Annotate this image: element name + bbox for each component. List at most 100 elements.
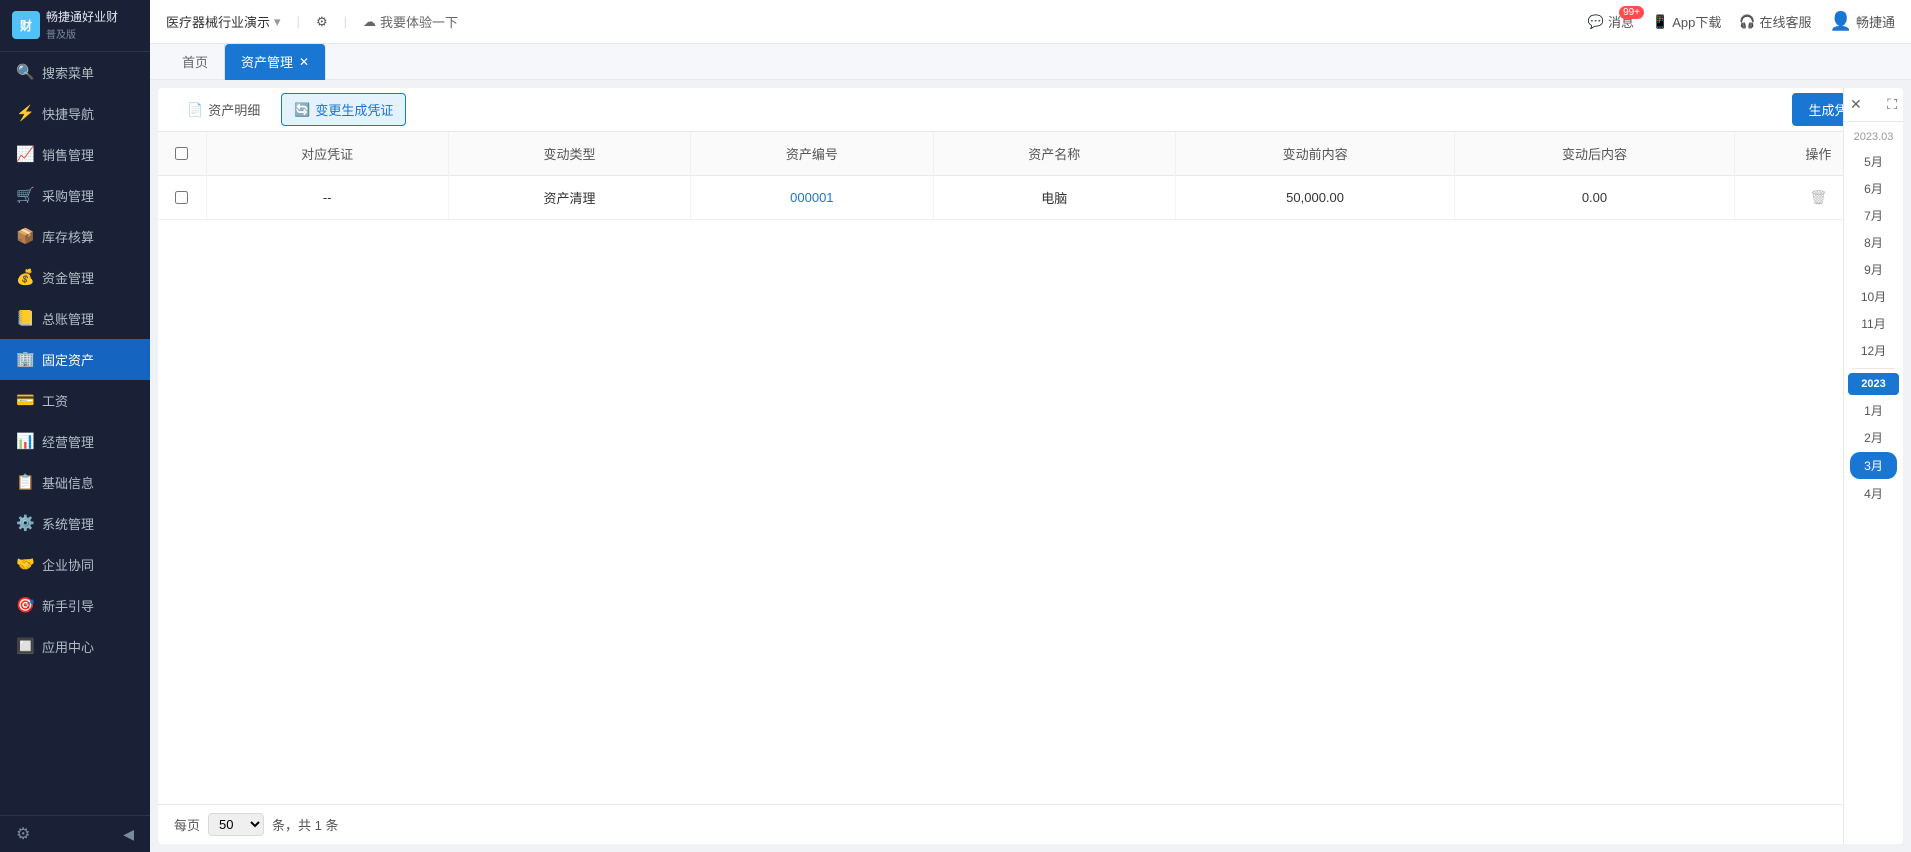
- sidebar-item-fixedassets[interactable]: 🏢 固定资产: [0, 339, 150, 380]
- tab-home-label: 首页: [182, 52, 208, 71]
- app-name: 畅捷通好业财: [46, 10, 118, 26]
- system-icon: ⚙️: [16, 514, 34, 532]
- sidebar-toggle-icon[interactable]: ◀: [123, 826, 134, 843]
- sales-icon: 📈: [16, 145, 34, 163]
- sidebar-label-search: 搜索菜单: [42, 63, 94, 82]
- timeline-month-10月[interactable]: 10月: [1844, 283, 1903, 310]
- sub-tab-generate-voucher[interactable]: 🔄 变更生成凭证: [281, 93, 406, 126]
- timeline-year-header-prev: 2023.03: [1844, 126, 1903, 148]
- close-panel-icon[interactable]: ✕: [1850, 96, 1862, 113]
- sidebar-item-search[interactable]: 🔍 搜索菜单: [0, 52, 150, 93]
- table-wrapper: 对应凭证 变动类型 资产编号 资产名称 变动前内容 变动后内容 操作 -- 资产…: [158, 132, 1903, 804]
- timeline-month-5月[interactable]: 5月: [1844, 148, 1903, 175]
- select-all-checkbox[interactable]: [175, 147, 188, 160]
- timeline-month-9月[interactable]: 9月: [1844, 256, 1903, 283]
- timeline-month-2023-3月[interactable]: 3月: [1850, 452, 1897, 479]
- purchase-icon: 🛒: [16, 186, 34, 204]
- timeline-month-12月[interactable]: 12月: [1844, 337, 1903, 364]
- row-checkbox-cell: [158, 176, 206, 220]
- timeline-month-2023-4月[interactable]: 4月: [1844, 480, 1903, 507]
- sidebar-item-guide[interactable]: 🎯 新手引导: [0, 585, 150, 626]
- sub-tab-asset-detail[interactable]: 📄 资产明细: [174, 93, 273, 126]
- sub-tab-detail-label: 资产明细: [208, 100, 260, 119]
- timeline: 2023.035月6月7月8月9月10月11月12月20231月2月3月4月: [1844, 122, 1903, 844]
- company-selector[interactable]: 医疗器械行业演示 ▾: [166, 12, 281, 31]
- row-checkbox[interactable]: [175, 191, 188, 204]
- sidebar-item-basic[interactable]: 📋 基础信息: [0, 462, 150, 503]
- message-btn[interactable]: 💬 消息 99+: [1588, 12, 1634, 31]
- app-download-label: App下载: [1672, 12, 1721, 31]
- funds-icon: 💰: [16, 268, 34, 286]
- per-page-label: 每页: [174, 815, 200, 834]
- table-body: -- 资产清理 000001 电脑 50,000.00 0.00 🗑: [158, 176, 1903, 220]
- settings-btn[interactable]: ⚙: [316, 14, 328, 30]
- sidebar-logo: 财 畅捷通好业财 普及版: [0, 0, 150, 52]
- sub-tabs-left: 📄 资产明细 🔄 变更生成凭证: [174, 93, 406, 126]
- sidebar-item-ledger[interactable]: 📒 总账管理: [0, 298, 150, 339]
- app-edition: 普及版: [46, 26, 118, 41]
- sidebar-item-system[interactable]: ⚙️ 系统管理: [0, 503, 150, 544]
- right-panel-header: ✕ ⛶: [1844, 88, 1903, 122]
- timeline-month-6月[interactable]: 6月: [1844, 175, 1903, 202]
- user-menu[interactable]: 👤 畅捷通: [1830, 11, 1895, 32]
- username: 畅捷通: [1856, 12, 1895, 31]
- message-icon: 💬: [1588, 14, 1604, 30]
- sidebar-label-apps: 应用中心: [42, 637, 94, 656]
- col-asset-name: 资产名称: [933, 132, 1175, 176]
- gear-icon: ⚙: [316, 14, 328, 30]
- sidebar-label-system: 系统管理: [42, 514, 94, 533]
- row-after-content: 0.00: [1455, 176, 1734, 220]
- online-service-btn[interactable]: 🎧 在线客服: [1739, 12, 1811, 31]
- sidebar-label-fixedassets: 固定资产: [42, 350, 94, 369]
- sidebar-label-basic: 基础信息: [42, 473, 94, 492]
- per-page-select[interactable]: 50 10 20 100: [208, 813, 264, 836]
- sidebar-item-business[interactable]: 📊 经营管理: [0, 421, 150, 462]
- timeline-month-8月[interactable]: 8月: [1844, 229, 1903, 256]
- tab-asset-management[interactable]: 资产管理 ✕: [225, 44, 326, 80]
- payroll-icon: 💳: [16, 391, 34, 409]
- col-voucher: 对应凭证: [206, 132, 448, 176]
- timeline-month-11月[interactable]: 11月: [1844, 310, 1903, 337]
- message-badge: 99+: [1619, 6, 1644, 19]
- guide-icon: 🎯: [16, 596, 34, 614]
- tab-home[interactable]: 首页: [166, 44, 225, 80]
- total-count: 条，共 1 条: [272, 815, 338, 834]
- tab-close-icon[interactable]: ✕: [299, 55, 309, 69]
- timeline-month-2023-2月[interactable]: 2月: [1844, 424, 1903, 451]
- experience-label: 我要体验一下: [380, 12, 458, 31]
- sidebar-label-inventory: 库存核算: [42, 227, 94, 246]
- delete-row-icon[interactable]: 🗑: [1809, 189, 1827, 205]
- sidebar-item-funds[interactable]: 💰 资金管理: [0, 257, 150, 298]
- timeline-month-2023-1月[interactable]: 1月: [1844, 397, 1903, 424]
- fixedassets-icon: 🏢: [16, 350, 34, 368]
- sidebar-item-apps[interactable]: 🔲 应用中心: [0, 626, 150, 667]
- company-name: 医疗器械行业演示: [166, 12, 270, 31]
- sidebar-nav: 🔍 搜索菜单⚡ 快捷导航📈 销售管理🛒 采购管理📦 库存核算💰 资金管理📒 总账…: [0, 52, 150, 815]
- expand-panel-icon[interactable]: ⛶: [1887, 96, 1897, 113]
- sidebar-item-purchase[interactable]: 🛒 采购管理: [0, 175, 150, 216]
- sidebar-item-payroll[interactable]: 💳 工资: [0, 380, 150, 421]
- basic-icon: 📋: [16, 473, 34, 491]
- settings-icon[interactable]: ⚙: [16, 824, 30, 844]
- row-voucher: --: [206, 176, 448, 220]
- sidebar-label-payroll: 工资: [42, 391, 68, 410]
- sidebar-item-inventory[interactable]: 📦 库存核算: [0, 216, 150, 257]
- collab-icon: 🤝: [16, 555, 34, 573]
- ledger-icon: 📒: [16, 309, 34, 327]
- timeline-month-7月[interactable]: 7月: [1844, 202, 1903, 229]
- row-before-content: 50,000.00: [1175, 176, 1454, 220]
- sidebar-item-quicknav[interactable]: ⚡ 快捷导航: [0, 93, 150, 134]
- sidebar-bottom: ⚙ ◀: [0, 815, 150, 852]
- headset-icon: 🎧: [1739, 14, 1755, 30]
- detail-icon: 📄: [187, 102, 203, 118]
- col-change-type: 变动类型: [448, 132, 690, 176]
- dropdown-icon: ▾: [274, 14, 281, 30]
- sidebar-item-sales[interactable]: 📈 销售管理: [0, 134, 150, 175]
- app-download-btn[interactable]: 📱 App下载: [1652, 12, 1721, 31]
- experience-btn[interactable]: ☁ 我要体验一下: [363, 12, 458, 31]
- sidebar-item-collab[interactable]: 🤝 企业协同: [0, 544, 150, 585]
- col-asset-code: 资产编号: [691, 132, 933, 176]
- table-row: -- 资产清理 000001 电脑 50,000.00 0.00 🗑: [158, 176, 1903, 220]
- avatar-icon: 👤: [1830, 11, 1852, 32]
- nav-tabs: 首页 资产管理 ✕: [150, 44, 1911, 80]
